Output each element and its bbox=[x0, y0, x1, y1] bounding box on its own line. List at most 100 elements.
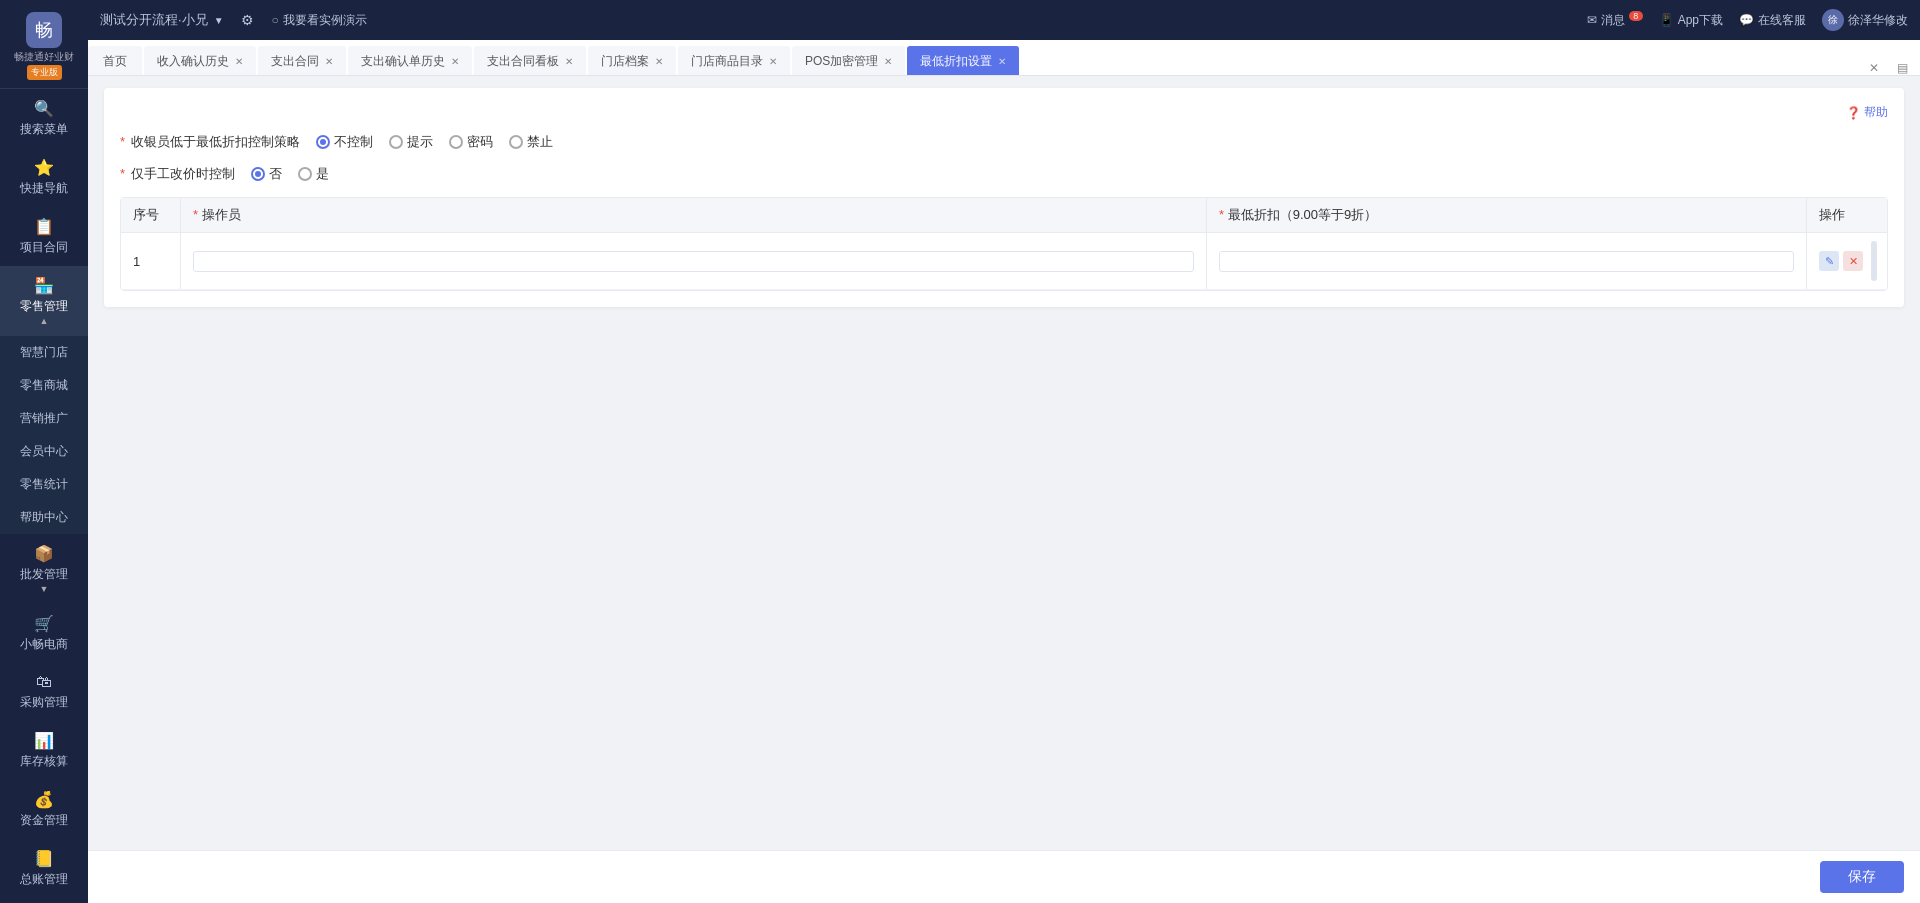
search-icon: 🔍 bbox=[34, 99, 54, 118]
sidebar-item-project-contract[interactable]: 📋 项目合同 bbox=[0, 207, 88, 266]
sidebar-item-ecommerce[interactable]: 🛒 小畅电商 bbox=[0, 604, 88, 663]
tab-expense-board[interactable]: 支出合同看板 ✕ bbox=[474, 46, 586, 76]
sidebar-item-inventory[interactable]: 📊 库存核算 bbox=[0, 721, 88, 780]
tab-store-products[interactable]: 门店商品目录 ✕ bbox=[678, 46, 790, 76]
sidebar-item-retail-stats[interactable]: 零售统计 bbox=[0, 468, 88, 501]
tab-close-icon[interactable]: ✕ bbox=[769, 56, 777, 67]
radio-label-forbid: 禁止 bbox=[527, 133, 553, 151]
discount-table: 序号 * 操作员 * 最低折扣（9.00等于9折） 操作 bbox=[120, 197, 1888, 291]
main-area: 测试分开流程·小兄 ▼ ⚙ ○ 我要看实例演示 ✉ 消息 8 📱 App下载 💬… bbox=[88, 0, 1920, 903]
messages-badge: 8 bbox=[1629, 11, 1643, 21]
tab-expense-confirm-history[interactable]: 支出确认单历史 ✕ bbox=[348, 46, 472, 76]
sidebar-item-finance[interactable]: 💰 资金管理 bbox=[0, 780, 88, 839]
sidebar-item-marketing[interactable]: 营销推广 bbox=[0, 402, 88, 435]
messages-button[interactable]: ✉ 消息 8 bbox=[1587, 12, 1643, 29]
seq-value: 1 bbox=[133, 254, 140, 269]
tab-close-icon[interactable]: ✕ bbox=[565, 56, 573, 67]
save-button[interactable]: 保存 bbox=[1820, 861, 1904, 893]
radio-circle-no bbox=[251, 167, 265, 181]
sidebar-item-retail-mall[interactable]: 零售商城 bbox=[0, 369, 88, 402]
row-action-buttons: ✎ ✕ bbox=[1819, 241, 1877, 281]
min-discount-input[interactable] bbox=[1219, 251, 1794, 272]
sidebar-item-wholesale[interactable]: 📦 批发管理 ▼ bbox=[0, 534, 88, 604]
message-icon: ✉ bbox=[1587, 13, 1597, 27]
tab-home[interactable]: 首页 bbox=[88, 46, 142, 76]
sidebar-sub-label: 零售统计 bbox=[20, 476, 68, 493]
avatar: 徐 bbox=[1822, 9, 1844, 31]
radio-circle-yes bbox=[298, 167, 312, 181]
tab-income-history[interactable]: 收入确认历史 ✕ bbox=[144, 46, 256, 76]
topbar: 测试分开流程·小兄 ▼ ⚙ ○ 我要看实例演示 ✉ 消息 8 📱 App下载 💬… bbox=[88, 0, 1920, 40]
manual-radio-group: 否 是 bbox=[251, 165, 329, 183]
operator-input[interactable] bbox=[193, 251, 1194, 272]
policy-radio-no-control[interactable]: 不控制 bbox=[316, 133, 373, 151]
sidebar-item-label: 零售管理 bbox=[20, 298, 68, 315]
ecommerce-icon: 🛒 bbox=[34, 614, 54, 633]
sidebar-item-accounting[interactable]: 📒 总账管理 bbox=[0, 839, 88, 898]
more-tabs-button[interactable]: ▤ bbox=[1892, 58, 1912, 76]
tab-expense-contract[interactable]: 支出合同 ✕ bbox=[258, 46, 346, 76]
app-download-label: App下载 bbox=[1678, 12, 1723, 29]
policy-radio-forbid[interactable]: 禁止 bbox=[509, 133, 553, 151]
policy-radio-hint[interactable]: 提示 bbox=[389, 133, 433, 151]
th-seq: 序号 bbox=[121, 198, 181, 232]
page-footer: 保存 bbox=[88, 850, 1920, 903]
sidebar-item-retail-manage[interactable]: 🏪 零售管理 ▲ bbox=[0, 266, 88, 336]
policy-form-row: * 收银员低于最低折扣控制策略 不控制 提示 密码 bbox=[120, 133, 1888, 151]
finance-icon: 💰 bbox=[34, 790, 54, 809]
retail-icon: 🏪 bbox=[34, 276, 54, 295]
sidebar-item-label: 项目合同 bbox=[20, 239, 68, 256]
demo-link[interactable]: ○ 我要看实例演示 bbox=[272, 12, 367, 29]
help-button[interactable]: ❓ 帮助 bbox=[1846, 104, 1888, 121]
sidebar-item-help-center[interactable]: 帮助中心 bbox=[0, 501, 88, 534]
manual-radio-no[interactable]: 否 bbox=[251, 165, 282, 183]
policy-label-text: 收银员低于最低折扣控制策略 bbox=[131, 134, 300, 149]
sidebar-item-label: 批发管理 bbox=[20, 566, 68, 583]
close-tab-button[interactable]: ✕ bbox=[1864, 58, 1884, 76]
tab-close-icon[interactable]: ✕ bbox=[998, 56, 1006, 67]
tab-store-archive[interactable]: 门店档案 ✕ bbox=[588, 46, 676, 76]
manual-radio-yes[interactable]: 是 bbox=[298, 165, 329, 183]
tab-close-icon[interactable]: ✕ bbox=[451, 56, 459, 67]
sidebar-logo: 畅 畅捷通好业财 专业版 bbox=[0, 0, 88, 89]
policy-label: * 收银员低于最低折扣控制策略 bbox=[120, 133, 300, 151]
sidebar-sub-label: 会员中心 bbox=[20, 443, 68, 460]
sidebar-sub-label: 智慧门店 bbox=[20, 344, 68, 361]
sidebar-item-label: 总账管理 bbox=[20, 871, 68, 888]
tabs-actions: ✕ ▤ bbox=[1856, 58, 1920, 76]
tabs-bar: 首页 收入确认历史 ✕ 支出合同 ✕ 支出确认单历史 ✕ 支出合同看板 ✕ 门店… bbox=[88, 40, 1920, 76]
sidebar-item-smart-store[interactable]: 智慧门店 bbox=[0, 336, 88, 369]
scroll-handle bbox=[1871, 241, 1877, 281]
project-selector[interactable]: 测试分开流程·小兄 ▼ bbox=[100, 11, 224, 29]
th-min-discount: * 最低折扣（9.00等于9折） bbox=[1207, 198, 1807, 232]
online-service-button[interactable]: 💬 在线客服 bbox=[1739, 12, 1806, 29]
sidebar-item-quick-nav[interactable]: ⭐ 快捷导航 bbox=[0, 148, 88, 207]
sidebar-item-invoice[interactable]: 🧾 发票管理 bbox=[0, 898, 88, 903]
tab-close-icon[interactable]: ✕ bbox=[655, 56, 663, 67]
app-download-button[interactable]: 📱 App下载 bbox=[1659, 12, 1723, 29]
sidebar-sub-label: 帮助中心 bbox=[20, 509, 68, 526]
chevron-down-icon: ▼ bbox=[40, 584, 49, 594]
td-seq: 1 bbox=[121, 233, 181, 289]
help-label: 帮助 bbox=[1864, 104, 1888, 121]
user-menu[interactable]: 徐 徐泽华修改 bbox=[1822, 9, 1908, 31]
tab-close-icon[interactable]: ✕ bbox=[235, 56, 243, 67]
sidebar-item-search[interactable]: 🔍 搜索菜单 bbox=[0, 89, 88, 148]
policy-radio-password[interactable]: 密码 bbox=[449, 133, 493, 151]
project-name: 测试分开流程·小兄 bbox=[100, 11, 208, 29]
tab-min-discount-settings[interactable]: 最低折扣设置 ✕ bbox=[907, 46, 1019, 76]
radio-label-no: 否 bbox=[269, 165, 282, 183]
topbar-settings-button[interactable]: ⚙ bbox=[236, 8, 260, 32]
row-delete-button[interactable]: ✕ bbox=[1843, 251, 1863, 271]
username: 徐泽华修改 bbox=[1848, 12, 1908, 29]
main-content: ❓ 帮助 * 收银员低于最低折扣控制策略 不控制 提示 bbox=[88, 76, 1920, 903]
row-edit-button[interactable]: ✎ bbox=[1819, 251, 1839, 271]
tab-close-icon[interactable]: ✕ bbox=[325, 56, 333, 67]
tab-pos-encrypt[interactable]: POS加密管理 ✕ bbox=[792, 46, 905, 76]
sidebar-item-member-center[interactable]: 会员中心 bbox=[0, 435, 88, 468]
table-row: 1 ✎ ✕ bbox=[121, 233, 1887, 290]
demo-text: 我要看实例演示 bbox=[283, 12, 367, 29]
messages-label: 消息 bbox=[1601, 12, 1625, 29]
tab-close-icon[interactable]: ✕ bbox=[884, 56, 892, 67]
sidebar-item-purchase[interactable]: 🛍 采购管理 bbox=[0, 663, 88, 721]
